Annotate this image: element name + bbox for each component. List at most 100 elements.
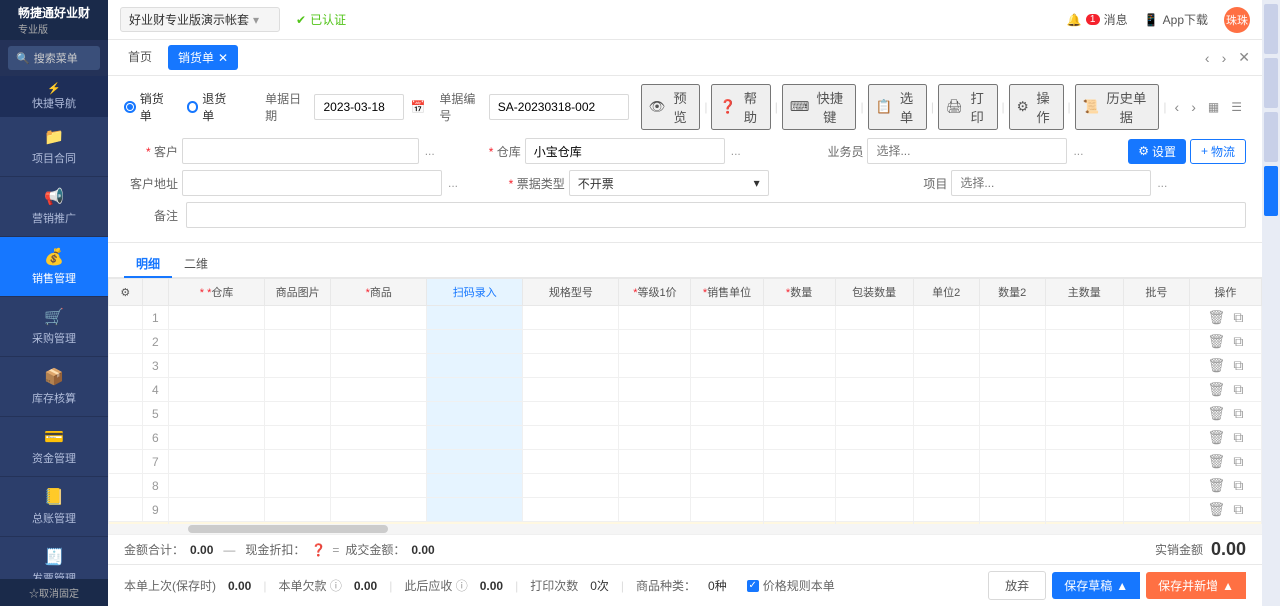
row-batch[interactable] [1123,498,1189,522]
nav-prev-button[interactable]: ‹ [1171,97,1184,117]
row-main-qty[interactable] [1045,378,1123,402]
tab-close-button[interactable]: ✕ [1234,47,1254,68]
sidebar-item-invoice[interactable]: 🧾 发票管理 [0,537,108,579]
row-grade[interactable] [619,498,691,522]
help-button[interactable]: ❓ 帮助 [711,84,770,130]
row-batch[interactable] [1123,306,1189,330]
row-batch[interactable] [1123,426,1189,450]
row-batch-input[interactable] [427,498,523,522]
row-pkg[interactable] [835,354,913,378]
project-dots[interactable]: ... [1157,176,1167,190]
horizontal-scrollbar[interactable] [108,524,1262,534]
customer-dots[interactable]: ... [425,144,435,158]
row-warehouse[interactable] [169,498,265,522]
nav-next-button[interactable]: › [1187,97,1200,117]
row-batch-input[interactable] [427,450,523,474]
warehouse-input[interactable] [525,138,725,164]
row-qty[interactable] [763,474,835,498]
right-panel-btn-4[interactable] [1264,166,1278,216]
row-qty2[interactable] [979,306,1045,330]
quick-nav-button[interactable]: ⚡ 快捷导航 [0,76,108,117]
row-qty2[interactable] [979,402,1045,426]
row-grade[interactable] [619,354,691,378]
row-main-qty[interactable] [1045,426,1123,450]
row-spec[interactable] [523,426,619,450]
row-delete-button[interactable]: 🗑 [1206,309,1228,326]
row-qty[interactable] [763,378,835,402]
save-draft-button[interactable]: 保存草稿 ▲ [1052,572,1140,599]
row-unit2[interactable] [913,378,979,402]
warehouse-dots[interactable]: ... [731,144,741,158]
row-unit2[interactable] [913,330,979,354]
row-qty2[interactable] [979,354,1045,378]
select-button[interactable]: 📋 选单 [868,84,927,130]
row-qty[interactable] [763,354,835,378]
row-product[interactable] [331,474,427,498]
right-panel-btn-3[interactable] [1264,112,1278,162]
row-warehouse[interactable] [169,474,265,498]
row-grade[interactable] [619,426,691,450]
row-grade[interactable] [619,402,691,426]
address-input[interactable] [182,170,442,196]
row-qty2[interactable] [979,330,1045,354]
row-delete-button[interactable]: 🗑 [1206,429,1228,446]
row-pkg[interactable] [835,402,913,426]
operate-button[interactable]: ⚙ 操作 [1009,84,1064,130]
row-batch-input[interactable] [427,378,523,402]
row-spec[interactable] [523,402,619,426]
row-product[interactable] [331,450,427,474]
row-main-qty[interactable] [1045,330,1123,354]
row-warehouse[interactable] [169,354,265,378]
address-dots[interactable]: ... [448,176,458,190]
help-discount-icon[interactable]: ❓ [311,543,326,557]
tab-next-button[interactable]: › [1218,47,1231,68]
row-batch-input[interactable] [427,354,523,378]
company-selector[interactable]: 好业财专业版演示帐套 ▾ [120,7,280,32]
note-input[interactable] [186,202,1246,228]
sidebar-item-project[interactable]: 📁 项目合同 [0,117,108,177]
row-product[interactable] [331,306,427,330]
row-unit[interactable] [691,402,763,426]
row-qty[interactable] [763,330,835,354]
row-copy-button[interactable]: ⧉ [1231,477,1245,494]
row-batch[interactable] [1123,402,1189,426]
row-copy-button[interactable]: ⧉ [1231,405,1245,422]
row-copy-button[interactable]: ⧉ [1231,381,1245,398]
row-spec[interactable] [523,354,619,378]
user-avatar[interactable]: 珠珠 [1224,7,1250,33]
col-settings[interactable]: ⚙ [109,279,143,306]
sidebar-item-marketing[interactable]: 📢 营销推广 [0,177,108,237]
row-spec[interactable] [523,498,619,522]
row-product[interactable] [331,498,427,522]
row-delete-button[interactable]: 🗑 [1206,477,1228,494]
row-qty[interactable] [763,306,835,330]
row-pkg[interactable] [835,426,913,450]
staff-input[interactable] [867,138,1067,164]
row-batch-input[interactable] [427,474,523,498]
sidebar-item-capital[interactable]: 💳 资金管理 [0,417,108,477]
row-copy-button[interactable]: ⧉ [1231,453,1245,470]
number-input[interactable] [489,94,629,120]
row-pkg[interactable] [835,450,913,474]
row-spec[interactable] [523,306,619,330]
row-copy-button[interactable]: ⧉ [1231,309,1245,326]
row-batch[interactable] [1123,354,1189,378]
calendar-icon[interactable]: 📅 [410,100,425,114]
date-input[interactable] [314,94,404,120]
history-button[interactable]: 📜 历史单据 [1075,84,1160,130]
row-delete-button[interactable]: 🗑 [1206,357,1228,374]
project-input[interactable] [951,170,1151,196]
logistics-button[interactable]: + 物流 [1190,139,1246,164]
row-main-qty[interactable] [1045,450,1123,474]
row-delete-button[interactable]: 🗑 [1206,405,1228,422]
right-panel-btn-2[interactable] [1264,58,1278,108]
row-warehouse[interactable] [169,378,265,402]
row-qty2[interactable] [979,426,1045,450]
row-pkg[interactable] [835,306,913,330]
row-batch-input[interactable] [427,402,523,426]
row-pkg[interactable] [835,330,913,354]
preview-button[interactable]: 👁 预览 [641,84,701,130]
row-unit[interactable] [691,354,763,378]
unpin-button[interactable]: ☆取消固定 [0,579,108,606]
row-spec[interactable] [523,378,619,402]
